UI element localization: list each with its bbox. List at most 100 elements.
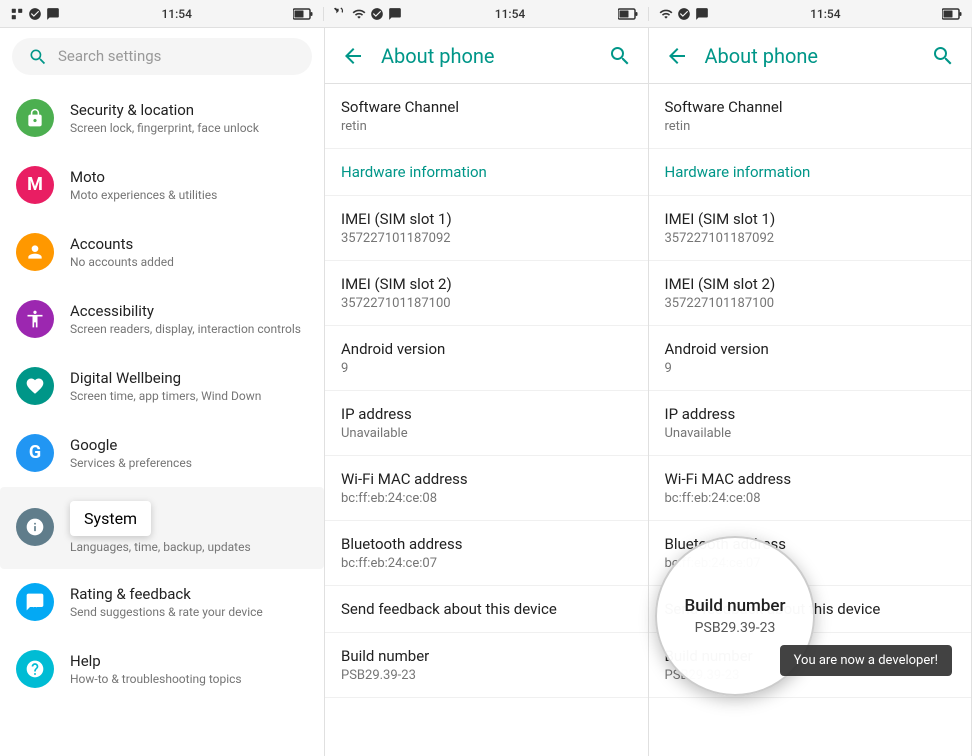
accessibility-subtitle: Screen readers, display, interaction con… bbox=[70, 322, 308, 336]
info-android-r[interactable]: Android version 9 bbox=[649, 326, 972, 391]
moto-icon: M bbox=[16, 166, 54, 204]
digitalwellbeing-subtitle: Screen time, app timers, Wind Down bbox=[70, 389, 308, 403]
info-bt-m[interactable]: Bluetooth address bc:ff:eb:24:ce:07 bbox=[325, 521, 648, 586]
rating-subtitle: Send suggestions & rate your device bbox=[70, 605, 308, 619]
settings-item-google[interactable]: G Google Services & preferences bbox=[0, 420, 324, 487]
info-wifi-m[interactable]: Wi-Fi MAC address bc:ff:eb:24:ce:08 bbox=[325, 456, 648, 521]
middle-panel-header: About phone bbox=[325, 28, 648, 84]
info-wifi-val-m: bc:ff:eb:24:ce:08 bbox=[341, 491, 632, 506]
rating-icon bbox=[16, 583, 54, 621]
back-icon-middle[interactable] bbox=[341, 44, 365, 68]
about-panel-middle: About phone Software Channel retin Hardw… bbox=[325, 28, 649, 756]
settings-item-moto[interactable]: M Moto Moto experiences & utilities bbox=[0, 152, 324, 219]
info-hardware-m[interactable]: Hardware information bbox=[325, 149, 648, 196]
info-android-title-r: Android version bbox=[665, 340, 956, 358]
accessibility-text: Accessibility Screen readers, display, i… bbox=[70, 302, 308, 336]
status-icons-left-1 bbox=[10, 7, 60, 21]
info-imei1-val-m: 357227101187092 bbox=[341, 231, 632, 246]
info-imei1-m[interactable]: IMEI (SIM slot 1) 357227101187092 bbox=[325, 196, 648, 261]
developer-toast: You are now a developer! bbox=[780, 645, 952, 676]
security-title: Security & location bbox=[70, 101, 308, 119]
info-wifi-r[interactable]: Wi-Fi MAC address bc:ff:eb:24:ce:08 bbox=[649, 456, 972, 521]
info-hardware-title-m: Hardware information bbox=[341, 163, 632, 181]
system-text: System Languages, time, backup, updates bbox=[70, 501, 308, 554]
settings-item-accessibility[interactable]: Accessibility Screen readers, display, i… bbox=[0, 286, 324, 353]
digitalwellbeing-icon bbox=[16, 367, 54, 405]
info-feedback-title-m: Send feedback about this device bbox=[341, 600, 632, 618]
settings-item-security[interactable]: Security & location Screen lock, fingerp… bbox=[0, 85, 324, 152]
status-section-2: 11:54 bbox=[323, 7, 647, 21]
info-imei1-r[interactable]: IMEI (SIM slot 1) 357227101187092 bbox=[649, 196, 972, 261]
search-input[interactable]: Search settings bbox=[58, 47, 296, 65]
google-icon: G bbox=[16, 434, 54, 472]
system-tooltip-label: System bbox=[84, 509, 137, 528]
info-imei2-title-m: IMEI (SIM slot 2) bbox=[341, 275, 632, 293]
build-circle-value: PSB29.39-23 bbox=[695, 620, 776, 636]
build-circle-title: Build number bbox=[684, 596, 785, 616]
info-build-m[interactable]: Build number PSB29.39-23 bbox=[325, 633, 648, 698]
info-imei1-title-m: IMEI (SIM slot 1) bbox=[341, 210, 632, 228]
search-icon bbox=[28, 46, 48, 67]
info-hardware-r[interactable]: Hardware information bbox=[649, 149, 972, 196]
info-build-val-m: PSB29.39-23 bbox=[341, 668, 632, 683]
info-bt-title-m: Bluetooth address bbox=[341, 535, 632, 553]
settings-item-system[interactable]: System Languages, time, backup, updates bbox=[0, 487, 324, 569]
right-panel-title: About phone bbox=[705, 44, 916, 68]
search-icon-right[interactable] bbox=[931, 43, 955, 68]
info-software-channel-val-m: retin bbox=[341, 119, 632, 134]
accounts-subtitle: No accounts added bbox=[70, 255, 308, 269]
info-imei2-r[interactable]: IMEI (SIM slot 2) 357227101187100 bbox=[649, 261, 972, 326]
panels-wrapper: About phone Software Channel retin Hardw… bbox=[325, 28, 972, 756]
developer-toast-text: You are now a developer! bbox=[794, 653, 938, 668]
info-software-channel-m[interactable]: Software Channel retin bbox=[325, 84, 648, 149]
settings-item-help[interactable]: Help How-to & troubleshooting topics bbox=[0, 636, 324, 703]
status-section-1: 11:54 bbox=[0, 7, 323, 21]
rating-text: Rating & feedback Send suggestions & rat… bbox=[70, 585, 308, 619]
security-text: Security & location Screen lock, fingerp… bbox=[70, 101, 308, 135]
moto-title: Moto bbox=[70, 168, 308, 186]
right-panel-header: About phone bbox=[649, 28, 972, 84]
info-imei1-val-r: 357227101187092 bbox=[665, 231, 956, 246]
help-subtitle: How-to & troubleshooting topics bbox=[70, 672, 308, 686]
info-ip-val-r: Unavailable bbox=[665, 426, 956, 441]
system-subtitle: Languages, time, backup, updates bbox=[70, 540, 308, 554]
status-icons-left-2 bbox=[334, 7, 402, 21]
search-icon-middle[interactable] bbox=[608, 43, 632, 68]
main-layout: Search settings Security & location Scre… bbox=[0, 28, 972, 756]
battery-icon-1 bbox=[293, 8, 313, 20]
info-imei1-title-r: IMEI (SIM slot 1) bbox=[665, 210, 956, 228]
info-ip-m[interactable]: IP address Unavailable bbox=[325, 391, 648, 456]
digitalwellbeing-title: Digital Wellbeing bbox=[70, 369, 308, 387]
info-software-channel-title-r: Software Channel bbox=[665, 98, 956, 116]
settings-item-rating[interactable]: Rating & feedback Send suggestions & rat… bbox=[0, 569, 324, 636]
info-imei2-m[interactable]: IMEI (SIM slot 2) 357227101187100 bbox=[325, 261, 648, 326]
status-icons-left-3 bbox=[659, 7, 709, 21]
time-3: 11:54 bbox=[810, 7, 840, 21]
status-section-3: 11:54 bbox=[648, 7, 972, 21]
status-bar: 11:54 11:54 11:54 bbox=[0, 0, 972, 28]
google-title: Google bbox=[70, 436, 308, 454]
moto-subtitle: Moto experiences & utilities bbox=[70, 188, 308, 202]
info-software-channel-title-m: Software Channel bbox=[341, 98, 632, 116]
settings-list: Security & location Screen lock, fingerp… bbox=[0, 85, 324, 756]
info-feedback-m[interactable]: Send feedback about this device bbox=[325, 586, 648, 633]
search-bar[interactable]: Search settings bbox=[12, 38, 312, 75]
info-ip-title-m: IP address bbox=[341, 405, 632, 423]
system-tooltip: System bbox=[70, 501, 151, 536]
back-icon-right[interactable] bbox=[665, 44, 689, 68]
info-android-val-m: 9 bbox=[341, 361, 632, 376]
info-wifi-title-m: Wi-Fi MAC address bbox=[341, 470, 632, 488]
info-wifi-title-r: Wi-Fi MAC address bbox=[665, 470, 956, 488]
google-text: Google Services & preferences bbox=[70, 436, 308, 470]
middle-panel-title: About phone bbox=[381, 44, 592, 68]
info-ip-r[interactable]: IP address Unavailable bbox=[649, 391, 972, 456]
info-imei2-title-r: IMEI (SIM slot 2) bbox=[665, 275, 956, 293]
system-icon bbox=[16, 508, 54, 546]
settings-item-digitalwellbeing[interactable]: Digital Wellbeing Screen time, app timer… bbox=[0, 353, 324, 420]
settings-item-accounts[interactable]: Accounts No accounts added bbox=[0, 219, 324, 286]
info-wifi-val-r: bc:ff:eb:24:ce:08 bbox=[665, 491, 956, 506]
info-android-m[interactable]: Android version 9 bbox=[325, 326, 648, 391]
info-software-channel-r[interactable]: Software Channel retin bbox=[649, 84, 972, 149]
time-1: 11:54 bbox=[161, 7, 191, 21]
info-imei2-val-r: 357227101187100 bbox=[665, 296, 956, 311]
